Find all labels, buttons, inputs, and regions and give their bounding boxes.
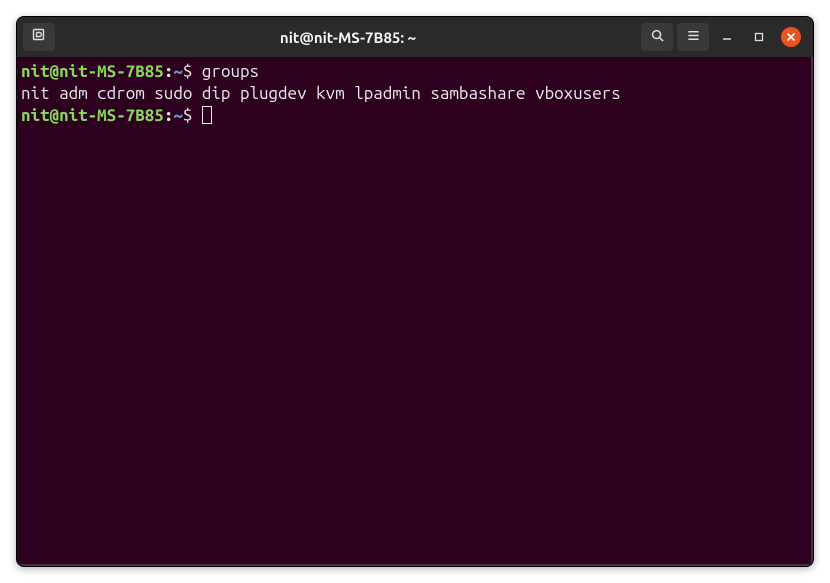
hamburger-icon	[686, 28, 701, 47]
prompt-dollar: $	[183, 106, 202, 125]
terminal-window: nit@nit-MS-7B85: ~	[16, 16, 814, 567]
prompt-colon: :	[164, 62, 174, 81]
terminal-body[interactable]: nit@nit-MS-7B85:~$ groupsnit adm cdrom s…	[17, 57, 813, 566]
minimize-icon	[722, 28, 732, 46]
minimize-button[interactable]	[717, 27, 737, 47]
maximize-button[interactable]	[749, 27, 769, 47]
menu-button[interactable]	[677, 23, 709, 51]
maximize-icon	[754, 28, 764, 46]
search-icon	[650, 28, 665, 47]
close-icon	[786, 28, 796, 46]
cursor	[202, 106, 212, 124]
prompt-colon: :	[164, 106, 174, 125]
close-button[interactable]	[781, 27, 801, 47]
terminal-line: nit@nit-MS-7B85:~$ groups	[21, 61, 807, 83]
prompt-user-host: nit@nit-MS-7B85	[21, 62, 164, 81]
prompt-path: ~	[173, 106, 183, 125]
prompt-dollar: $	[183, 62, 202, 81]
command-output: nit adm cdrom sudo dip plugdev kvm lpadm…	[21, 83, 807, 105]
window-title: nit@nit-MS-7B85: ~	[59, 29, 637, 46]
command-text: groups	[202, 62, 259, 81]
window-controls	[713, 27, 807, 47]
new-tab-button[interactable]	[23, 23, 55, 51]
prompt-user-host: nit@nit-MS-7B85	[21, 106, 164, 125]
search-button[interactable]	[641, 23, 673, 51]
titlebar: nit@nit-MS-7B85: ~	[17, 17, 813, 57]
prompt-path: ~	[173, 62, 183, 81]
terminal-line: nit@nit-MS-7B85:~$	[21, 105, 807, 127]
new-tab-icon	[31, 27, 47, 47]
